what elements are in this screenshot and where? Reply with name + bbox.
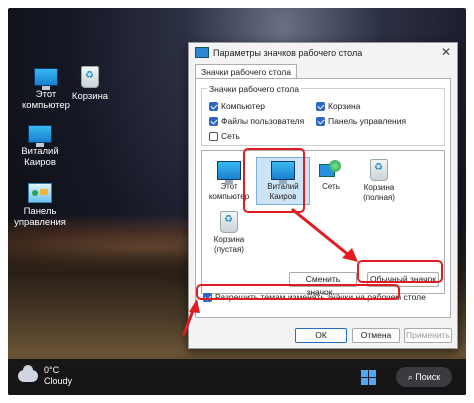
taskbar: 0°C Cloudy ⌕ Поиск: [8, 359, 466, 395]
arrowhead: [189, 299, 200, 313]
windows-start-icon[interactable]: [361, 370, 376, 385]
desktop-screen: Этот компьютер Корзина Виталий Каиров Па…: [8, 8, 466, 395]
cloud-icon: [18, 365, 38, 382]
taskbar-search[interactable]: ⌕ Поиск: [396, 367, 452, 387]
weather-widget[interactable]: 0°C Cloudy: [18, 365, 72, 387]
temperature: 0°C: [44, 365, 60, 375]
search-icon: ⌕: [407, 372, 413, 382]
weather-condition: Cloudy: [44, 376, 73, 386]
annotation-arrows: [182, 208, 358, 336]
arrow-to-default-button: [291, 208, 352, 258]
